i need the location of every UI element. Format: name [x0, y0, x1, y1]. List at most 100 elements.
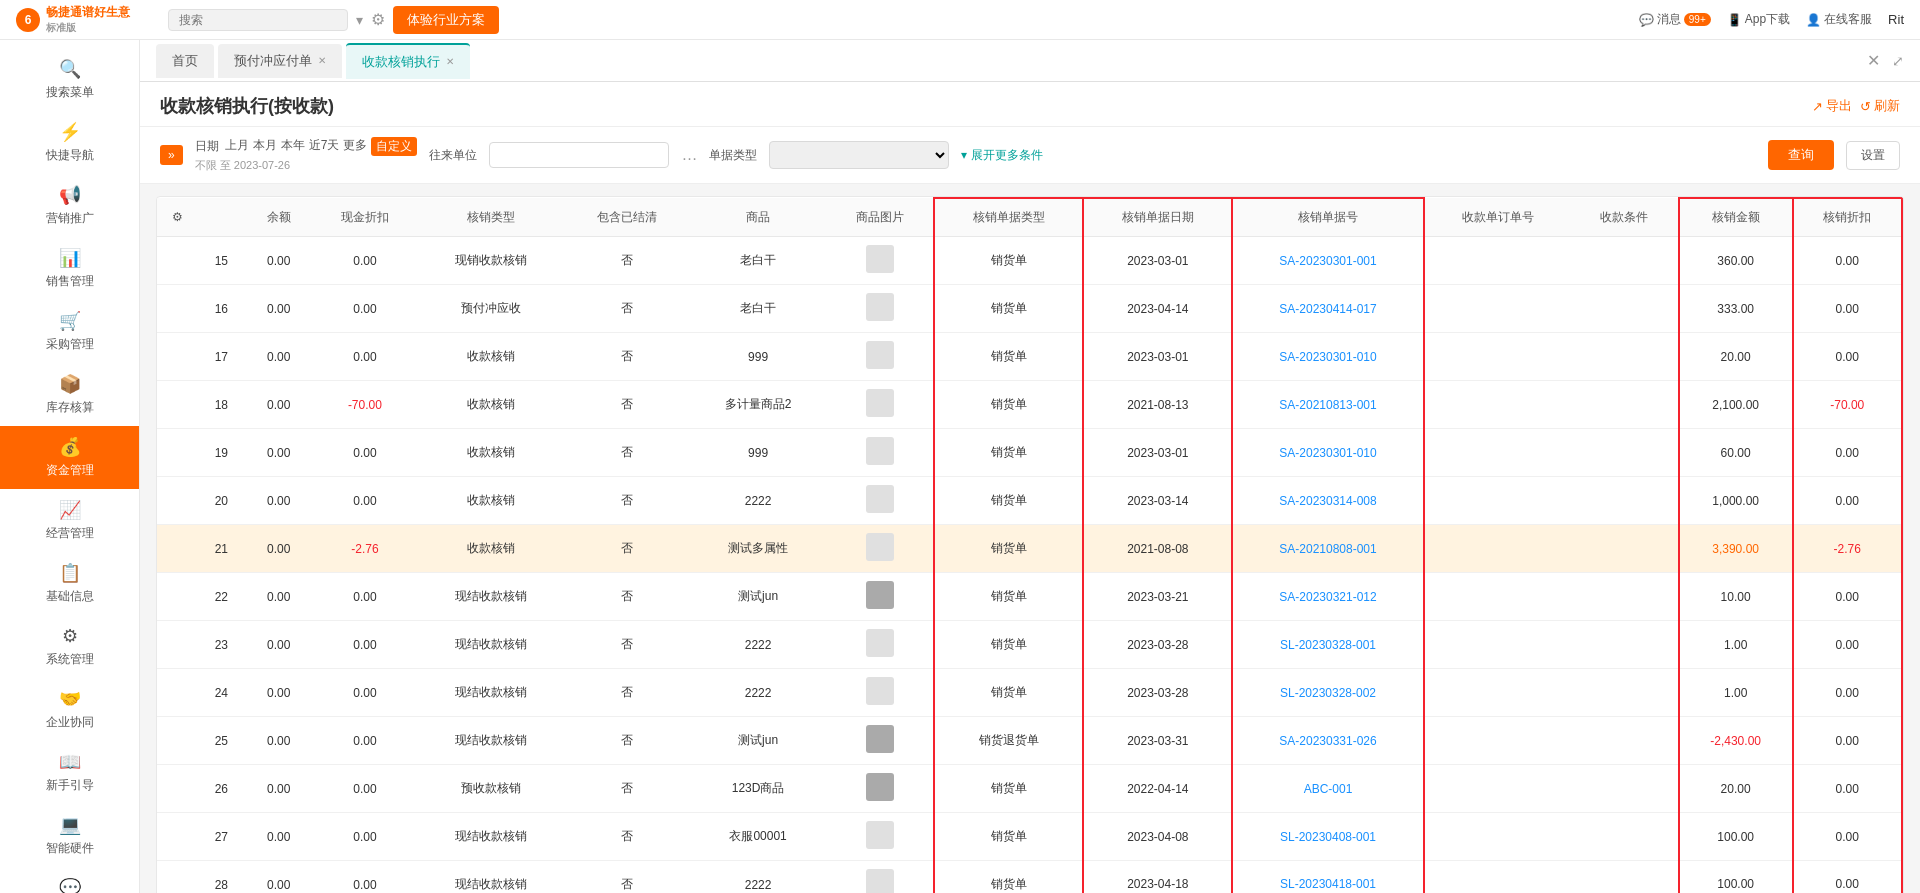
cell-balance: 0.00	[246, 573, 312, 621]
export-btn[interactable]: ↗ 导出	[1812, 97, 1852, 115]
date-more[interactable]: 更多	[343, 137, 367, 156]
cell-include-settled: 否	[564, 429, 690, 477]
cell-verify-type: 收款核销	[418, 333, 564, 381]
cell-doc-date: 2021-08-13	[1083, 381, 1232, 429]
settings-icon[interactable]: ⚙	[371, 10, 385, 29]
cell-doc-no[interactable]: SL-20230328-002	[1232, 669, 1423, 717]
cell-cash-discount: 0.00	[312, 765, 418, 813]
cell-doc-no[interactable]: SL-20230328-001	[1232, 621, 1423, 669]
expand-more-btn[interactable]: ▾ 展开更多条件	[961, 147, 1043, 164]
th-seq	[197, 198, 246, 237]
page-title: 收款核销执行(按收款)	[160, 94, 334, 118]
cell-doc-date: 2023-03-28	[1083, 621, 1232, 669]
industry-btn[interactable]: 体验行业方案	[393, 6, 499, 34]
doc-type-select[interactable]	[769, 141, 949, 169]
cell-cash-discount: 0.00	[312, 621, 418, 669]
brand: 6 畅捷通谱好生意 标准版	[16, 4, 156, 35]
cell-verify-amount: 20.00	[1679, 333, 1793, 381]
cell-balance: 0.00	[246, 525, 312, 573]
cell-gear	[157, 333, 197, 381]
tab-home[interactable]: 首页	[156, 44, 214, 78]
marketing-icon: 📢	[59, 184, 81, 206]
dropdown-icon[interactable]: ▾	[356, 12, 363, 28]
filter-expand-btn[interactable]: »	[160, 145, 183, 165]
th-goods-img: 商品图片	[827, 198, 935, 237]
cell-verify-type: 现销收款核销	[418, 237, 564, 285]
sidebar-item-finance[interactable]: 💰 资金管理	[0, 426, 139, 489]
fullscreen-icon[interactable]: ⤢	[1892, 53, 1904, 69]
cell-receipt-order-no	[1424, 717, 1571, 765]
cell-seq: 27	[197, 813, 246, 861]
sidebar-item-inventory[interactable]: 📦 库存核算	[0, 363, 139, 426]
cell-doc-type: 销货单	[934, 861, 1083, 894]
sidebar-item-purchase[interactable]: 🛒 采购管理	[0, 300, 139, 363]
th-gear[interactable]: ⚙	[157, 198, 197, 237]
cell-doc-date: 2023-03-14	[1083, 477, 1232, 525]
cell-doc-date: 2023-03-01	[1083, 237, 1232, 285]
close-window-icon[interactable]: ✕	[1867, 51, 1880, 70]
sidebar-item-system[interactable]: ⚙ 系统管理	[0, 615, 139, 678]
sidebar-item-collab[interactable]: 🤝 企业协同	[0, 678, 139, 741]
cell-seq: 17	[197, 333, 246, 381]
cell-goods: 测试jun	[690, 573, 827, 621]
sidebar: 🔍 搜索菜单 ⚡ 快捷导航 📢 营销推广 📊 销售管理 🛒 采购管理 📦 库存核…	[0, 40, 140, 893]
top-search-input[interactable]	[168, 9, 348, 31]
sidebar-item-sales[interactable]: 📊 销售管理	[0, 237, 139, 300]
cell-verify-amount: 60.00	[1679, 429, 1793, 477]
cell-doc-no[interactable]: SA-20230301-001	[1232, 237, 1423, 285]
cell-doc-no[interactable]: SA-20210808-001	[1232, 525, 1423, 573]
cell-doc-type: 销货单	[934, 285, 1083, 333]
sidebar-item-wechat[interactable]: 💬 企业微信	[0, 867, 139, 893]
cell-receipt-order-no	[1424, 669, 1571, 717]
system-icon: ⚙	[62, 625, 78, 647]
cell-verify-amount: -2,430.00	[1679, 717, 1793, 765]
cell-doc-no[interactable]: SA-20210813-001	[1232, 381, 1423, 429]
cell-doc-no[interactable]: SA-20230301-010	[1232, 429, 1423, 477]
message-btn[interactable]: 💬 消息 99+	[1639, 11, 1711, 28]
cell-gear	[157, 765, 197, 813]
cell-verify-amount: 2,100.00	[1679, 381, 1793, 429]
tab-close-receipt[interactable]: ✕	[446, 56, 454, 67]
cell-goods-img	[827, 669, 935, 717]
cell-receipt-order-no	[1424, 429, 1571, 477]
sidebar-item-hardware[interactable]: 💻 智能硬件	[0, 804, 139, 867]
sidebar-item-basic-info[interactable]: 📋 基础信息	[0, 552, 139, 615]
app-download-btn[interactable]: 📱 App下载	[1727, 11, 1790, 28]
cell-doc-no[interactable]: SA-20230414-017	[1232, 285, 1423, 333]
partner-input[interactable]	[489, 142, 669, 168]
cell-doc-no[interactable]: SL-20230418-001	[1232, 861, 1423, 894]
date-7days[interactable]: 近7天	[309, 137, 340, 156]
cell-doc-no[interactable]: SA-20230301-010	[1232, 333, 1423, 381]
tab-receipt-verify[interactable]: 收款核销执行 ✕	[346, 43, 470, 79]
tab-prepayment[interactable]: 预付冲应付单 ✕	[218, 44, 342, 78]
cell-doc-no[interactable]: ABC-001	[1232, 765, 1423, 813]
table-settings-btn[interactable]: 设置	[1846, 141, 1900, 170]
cell-verify-amount: 360.00	[1679, 237, 1793, 285]
cell-doc-no[interactable]: SL-20230408-001	[1232, 813, 1423, 861]
date-this-month[interactable]: 本月	[253, 137, 277, 156]
service-icon: 👤	[1806, 13, 1821, 27]
cell-include-settled: 否	[564, 381, 690, 429]
refresh-btn[interactable]: ↺ 刷新	[1860, 97, 1900, 115]
cell-doc-no[interactable]: SA-20230321-012	[1232, 573, 1423, 621]
query-btn[interactable]: 查询	[1768, 140, 1834, 170]
date-last-month[interactable]: 上月	[225, 137, 249, 156]
cell-doc-no[interactable]: SA-20230314-008	[1232, 477, 1423, 525]
sidebar-item-search[interactable]: 🔍 搜索菜单	[0, 48, 139, 111]
sidebar-item-guide[interactable]: 📖 新手引导	[0, 741, 139, 804]
tab-close-prepayment[interactable]: ✕	[318, 55, 326, 66]
cell-verify-amount: 100.00	[1679, 861, 1793, 894]
service-btn[interactable]: 👤 在线客服	[1806, 11, 1872, 28]
th-doc-type: 核销单据类型	[934, 198, 1083, 237]
date-custom[interactable]: 自定义	[371, 137, 417, 156]
cell-seq: 20	[197, 477, 246, 525]
sidebar-item-quick-nav[interactable]: ⚡ 快捷导航	[0, 111, 139, 174]
date-this-year[interactable]: 本年	[281, 137, 305, 156]
sidebar-item-management[interactable]: 📈 经营管理	[0, 489, 139, 552]
cell-verify-amount: 100.00	[1679, 813, 1793, 861]
table-row: 17 0.00 0.00 收款核销 否 999 销货单 2023-03-01 S…	[157, 333, 1902, 381]
sidebar-item-marketing[interactable]: 📢 营销推广	[0, 174, 139, 237]
quick-nav-icon: ⚡	[59, 121, 81, 143]
cell-doc-no[interactable]: SA-20230331-026	[1232, 717, 1423, 765]
cell-gear	[157, 525, 197, 573]
